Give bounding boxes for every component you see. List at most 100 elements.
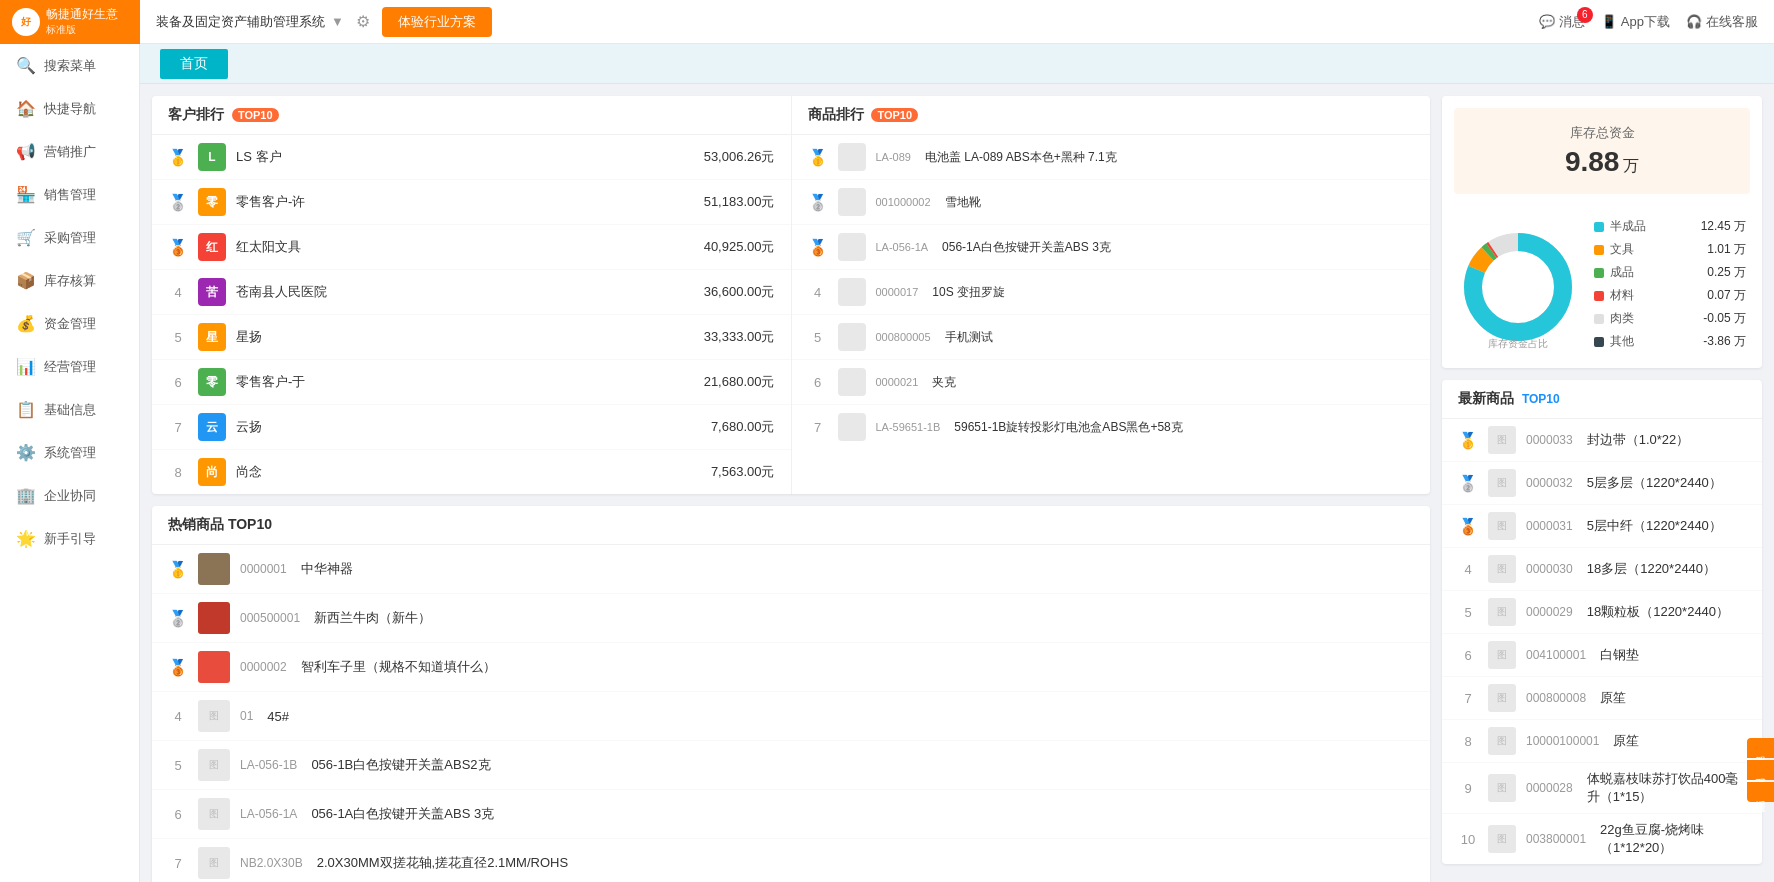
sidebar-item-enterprise[interactable]: 🏢 企业协同: [0, 474, 139, 517]
hot-product-row: 🥉 0000002 智利车子里（规格不知道填什么）: [152, 643, 1430, 692]
new-product-row: 9 图 0000028 体蜕嘉枝味苏打饮品400毫升（1*15）: [1442, 763, 1762, 814]
sidebar-item-guide[interactable]: 🌟 新手引导: [0, 517, 139, 560]
product-rank-row: 🥉 LA-056-1A 056-1A白色按键开关盖ABS 3克: [792, 225, 1431, 270]
finance-icon: 💰: [16, 314, 36, 333]
header-right: 💬 消息 6 📱 App下载 🎧 在线客服: [1539, 13, 1758, 31]
phone-icon: 📱: [1601, 14, 1617, 29]
main-content: 首页 客户排行 TOP10 🥇 L LS 客户: [140, 44, 1774, 882]
settings-icon[interactable]: ⚙: [356, 12, 370, 31]
hot-products-header: 热销商品 TOP10: [152, 506, 1430, 545]
search-icon: 🔍: [16, 56, 36, 75]
sidebar-item-quick-nav[interactable]: 🏠 快捷导航: [0, 87, 139, 130]
sidebar-item-finance[interactable]: 💰 资金管理: [0, 302, 139, 345]
sidebar-label-operations: 经营管理: [44, 358, 96, 376]
sidebar-label-finance: 资金管理: [44, 315, 96, 333]
customer-rank-row: 4 苦 苍南县人民医院 36,600.00元: [152, 270, 791, 315]
logo-icon: 好: [12, 8, 40, 36]
logo-subtitle: 标准版: [46, 23, 118, 36]
hot-product-row: 🥈 000500001 新西兰牛肉（新牛）: [152, 594, 1430, 643]
customer-ranking-list: 🥇 L LS 客户 53,006.26元 🥈 零 零售客户-许 51,183.0…: [152, 135, 791, 494]
rankings-wrap: 客户排行 TOP10 🥇 L LS 客户 53,006.26元 🥈 零 零售客户…: [152, 96, 1430, 494]
sidebar-label-search: 搜索菜单: [44, 57, 96, 75]
sidebar-item-purchase[interactable]: 🛒 采购管理: [0, 216, 139, 259]
hot-products-title: 热销商品 TOP10: [168, 516, 272, 534]
customer-rank-row: 🥉 红 红太阳文具 40,925.00元: [152, 225, 791, 270]
legend-item: 材料 0.07 万: [1594, 287, 1746, 304]
sidebar-item-sales[interactable]: 🏪 销售管理: [0, 173, 139, 216]
cs-hotline-btn[interactable]: 客服热线: [1747, 738, 1774, 758]
new-product-row: 🥇 图 0000033 封边带（1.0*22）: [1442, 419, 1762, 462]
trial-button[interactable]: 体验行业方案: [382, 7, 492, 37]
product-ranking-header: 商品排行 TOP10: [792, 96, 1431, 135]
inventory-panel: 库存总资金 9.88 万: [1442, 96, 1762, 368]
system-name: 装备及固定资产辅助管理系统: [156, 13, 325, 31]
message-icon: 💬: [1539, 14, 1555, 29]
online-service-action[interactable]: 🎧 在线客服: [1686, 13, 1758, 31]
new-product-row: 10 图 003800001 22g鱼豆腐-烧烤味（1*12*20）: [1442, 814, 1762, 864]
hot-product-row: 6 图 LA-056-1A 056-1A白色按键开关盖ABS 3克: [152, 790, 1430, 839]
customer-ranking: 客户排行 TOP10 🥇 L LS 客户 53,006.26元 🥈 零 零售客户…: [152, 96, 791, 494]
basic-icon: 📋: [16, 400, 36, 419]
message-action[interactable]: 💬 消息 6: [1539, 13, 1585, 31]
customer-rank-row: 5 星 星扬 33,333.00元: [152, 315, 791, 360]
hot-product-row: 7 图 NB2.0X30B 2.0X30MM双搓花轴,搓花直径2.1MM/ROH…: [152, 839, 1430, 882]
sidebar-item-basic[interactable]: 📋 基础信息: [0, 388, 139, 431]
sidebar-item-inventory[interactable]: 📦 库存核算: [0, 259, 139, 302]
sidebar-label-guide: 新手引导: [44, 530, 96, 548]
logo-title: 畅捷通好生意: [46, 7, 118, 23]
legend-item: 肉类 -0.05 万: [1594, 310, 1746, 327]
donut-section: 库存资金占比 半成品 12.45 万 文具 1.01 万 成品 0.25 万 材…: [1442, 206, 1762, 368]
sidebar-item-system[interactable]: ⚙️ 系统管理: [0, 431, 139, 474]
logo-text-block: 畅捷通好生意 标准版: [46, 7, 118, 36]
inventory-unit: 万: [1623, 157, 1639, 174]
sidebar-label-marketing: 营销推广: [44, 143, 96, 161]
sidebar-item-marketing[interactable]: 📢 营销推广: [0, 130, 139, 173]
customer-rank-row: 7 云 云扬 7,680.00元: [152, 405, 791, 450]
product-rank-row: 6 0000021 夹克: [792, 360, 1431, 405]
new-products-header: 最新商品 TOP10: [1442, 380, 1762, 419]
sidebar-item-search[interactable]: 🔍 搜索菜单: [0, 44, 139, 87]
breadcrumb-home[interactable]: 首页: [160, 49, 228, 79]
new-product-row: 7 图 000800008 原笙: [1442, 677, 1762, 720]
new-products-list: 🥇 图 0000033 封边带（1.0*22） 🥈 图 0000032 5层多层…: [1442, 419, 1762, 864]
cs-live-btn[interactable]: 直播: [1747, 782, 1774, 802]
donut-label: 库存资金占比: [1488, 337, 1548, 351]
cs-community-btn[interactable]: 服务社区: [1747, 760, 1774, 780]
donut-chart: 库存资金占比: [1458, 227, 1578, 347]
dropdown-icon: ▼: [331, 14, 344, 29]
hot-product-row: 🥇 0000001 中华神器: [152, 545, 1430, 594]
customer-rank-row: 6 零 零售客户-于 21,680.00元: [152, 360, 791, 405]
breadcrumb: 首页: [140, 44, 1774, 84]
top-header: 好 畅捷通好生意 标准版 装备及固定资产辅助管理系统 ▼ ⚙ 体验行业方案 💬 …: [0, 0, 1774, 44]
new-product-row: 6 图 004100001 白钢垫: [1442, 634, 1762, 677]
sidebar: 🔍 搜索菜单 🏠 快捷导航 📢 营销推广 🏪 销售管理 🛒 采购管理 📦 库存核…: [0, 44, 140, 882]
customer-ranking-header: 客户排行 TOP10: [152, 96, 791, 135]
new-products-title: 最新商品 TOP10: [1458, 390, 1560, 408]
new-product-row: 🥈 图 0000032 5层多层（1220*2440）: [1442, 462, 1762, 505]
new-product-row: 5 图 0000029 18颗粒板（1220*2440）: [1442, 591, 1762, 634]
purchase-icon: 🛒: [16, 228, 36, 247]
sidebar-label-basic: 基础信息: [44, 401, 96, 419]
hot-product-row: 5 图 LA-056-1B 056-1B白色按键开关盖ABS2克: [152, 741, 1430, 790]
inventory-label: 库存总资金: [1470, 124, 1734, 142]
product-rank-row: 🥇 LA-089 电池盖 LA-089 ABS本色+黑种 7.1克: [792, 135, 1431, 180]
legend-item: 其他 -3.86 万: [1594, 333, 1746, 350]
sales-icon: 🏪: [16, 185, 36, 204]
main-panels: 客户排行 TOP10 🥇 L LS 客户 53,006.26元 🥈 零 零售客户…: [152, 96, 1430, 882]
product-ranking-title: 商品排行 TOP10: [808, 106, 919, 124]
legend-item: 成品 0.25 万: [1594, 264, 1746, 281]
hot-products-list: 🥇 0000001 中华神器 🥈 000500001 新西兰牛肉（新牛） 🥉 0…: [152, 545, 1430, 882]
new-product-row: 🥉 图 0000031 5层中纤（1220*2440）: [1442, 505, 1762, 548]
product-rank-row: 5 000800005 手机测试: [792, 315, 1431, 360]
message-badge: 6: [1577, 7, 1593, 23]
hot-products-panel: 热销商品 TOP10 🥇 0000001 中华神器 🥈 000500001 新西…: [152, 506, 1430, 882]
system-selector[interactable]: 装备及固定资产辅助管理系统 ▼: [156, 13, 344, 31]
sidebar-label-inventory: 库存核算: [44, 272, 96, 290]
legend-item: 半成品 12.45 万: [1594, 218, 1746, 235]
headset-icon: 🎧: [1686, 14, 1702, 29]
inventory-total: 库存总资金 9.88 万: [1454, 108, 1750, 194]
product-ranking-list: 🥇 LA-089 电池盖 LA-089 ABS本色+黑种 7.1克 🥈 0010…: [792, 135, 1431, 449]
home-icon: 🏠: [16, 99, 36, 118]
sidebar-item-operations[interactable]: 📊 经营管理: [0, 345, 139, 388]
app-download-action[interactable]: 📱 App下载: [1601, 13, 1670, 31]
